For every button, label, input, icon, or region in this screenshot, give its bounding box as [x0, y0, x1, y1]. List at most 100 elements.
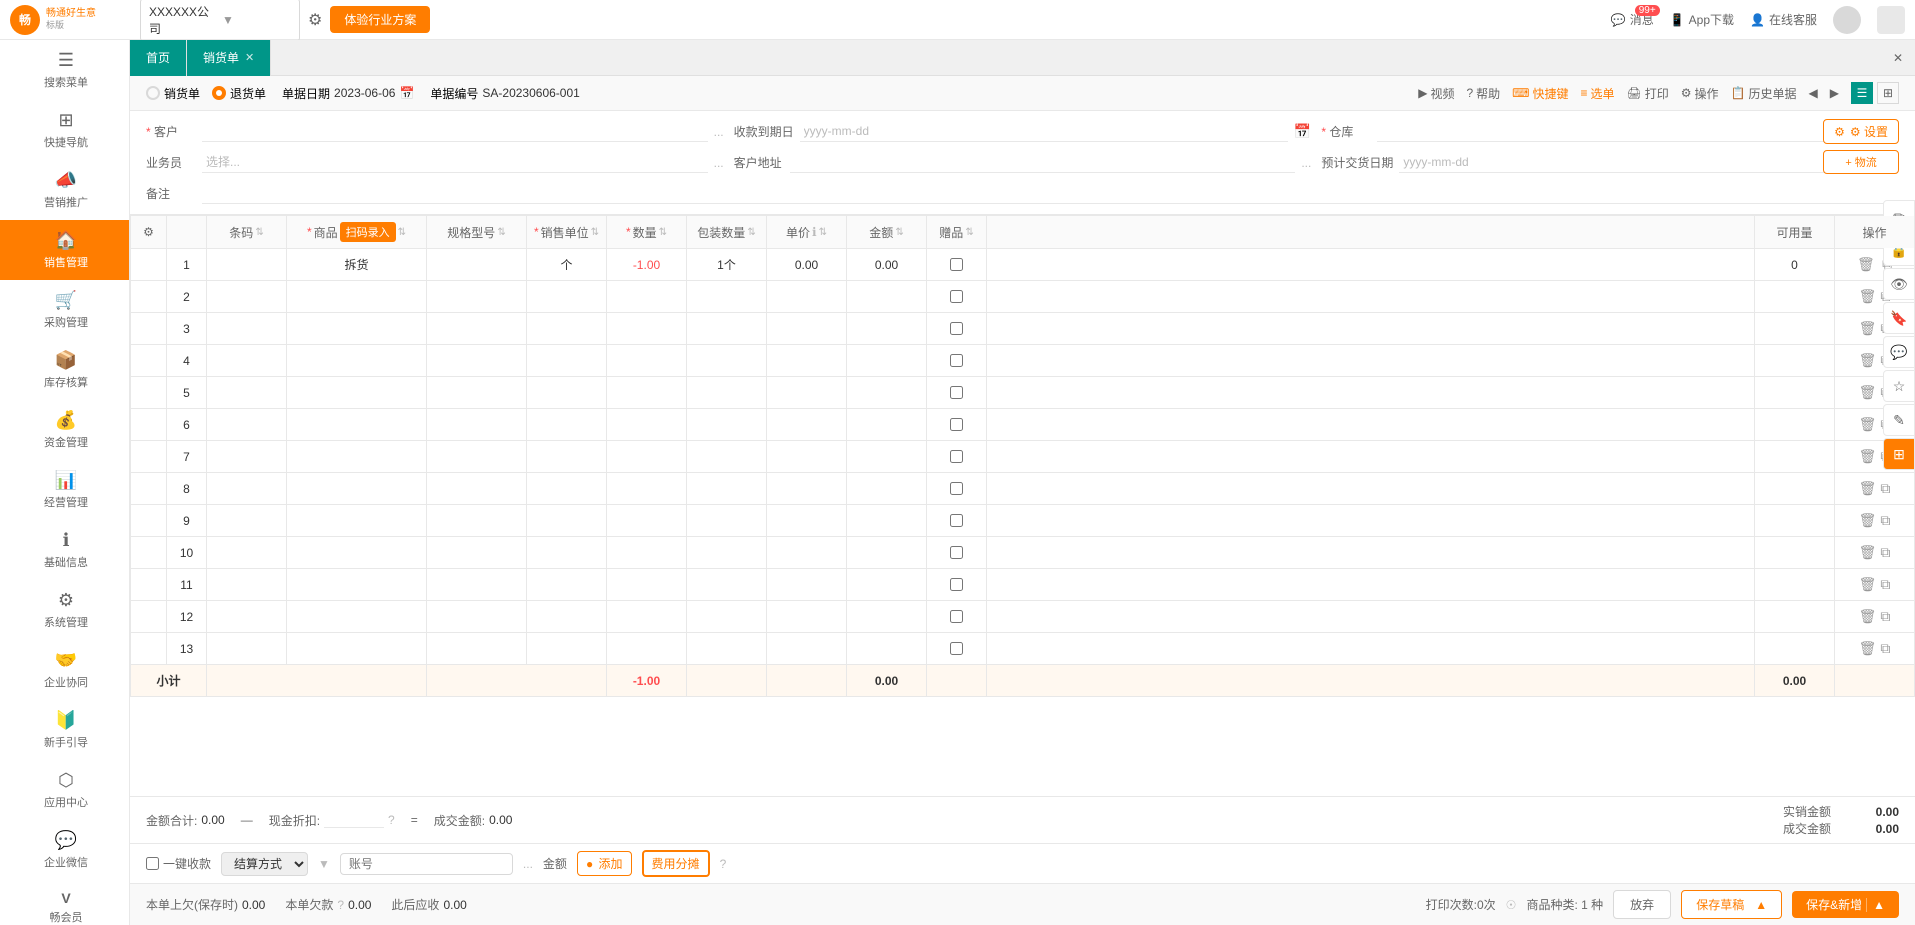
delete-icon[interactable]: 🗑	[1857, 256, 1875, 272]
row-product-cell[interactable]: 拆货	[287, 249, 427, 281]
customer-addr-input[interactable]	[790, 152, 1296, 173]
discount-input[interactable]	[324, 813, 384, 828]
sidebar-item-inventory[interactable]: 📦 库存核算	[0, 340, 129, 400]
sidebar-item-wechat[interactable]: 💬 企业微信	[0, 820, 129, 880]
settings-icon[interactable]: ⚙	[308, 10, 322, 30]
delete-icon[interactable]: 🗑	[1859, 608, 1877, 624]
barcode-sort-icon[interactable]: ⇅	[255, 227, 263, 238]
radio-sales[interactable]: 销货单	[146, 85, 200, 102]
user-menu-icon[interactable]	[1877, 6, 1905, 34]
row-gift-cell[interactable]	[927, 249, 987, 281]
payment-help-icon[interactable]: ?	[720, 857, 727, 871]
copy-icon[interactable]: ⧉	[1880, 576, 1890, 592]
row-pkg-cell[interactable]: 1个	[687, 249, 767, 281]
note-input[interactable]	[202, 183, 1899, 204]
help-button[interactable]: ? 帮助	[1466, 85, 1500, 102]
sidebar-item-system[interactable]: ⚙ 系统管理	[0, 580, 129, 640]
avatar[interactable]	[1833, 6, 1861, 34]
gift-checkbox[interactable]	[950, 610, 963, 623]
row-unit-cell[interactable]: 个	[527, 249, 607, 281]
select-order-button[interactable]: ≡ 选单	[1581, 85, 1615, 102]
one-click-payment[interactable]: 一键收款	[146, 855, 211, 872]
delete-icon[interactable]: 🗑	[1859, 448, 1877, 464]
delete-icon[interactable]: 🗑	[1859, 512, 1877, 528]
expected-date-input[interactable]	[1399, 152, 1875, 173]
sidebar-item-search[interactable]: ☰ 搜索菜单	[0, 40, 129, 100]
delete-icon[interactable]: 🗑	[1859, 288, 1877, 304]
float-pencil2-icon[interactable]: ✎	[1883, 404, 1915, 436]
float-star-icon[interactable]: ☆	[1883, 370, 1915, 402]
list-view-icon[interactable]: ☰	[1851, 82, 1873, 104]
nav-prev-icon[interactable]: ◀	[1809, 86, 1818, 100]
gift-checkbox[interactable]	[950, 514, 963, 527]
scan-btn[interactable]: 扫码录入	[340, 222, 396, 242]
delete-icon[interactable]: 🗑	[1859, 640, 1877, 656]
sidebar-item-finance[interactable]: 💰 资金管理	[0, 400, 129, 460]
save-new-button[interactable]: 保存&新增 ▲	[1792, 891, 1899, 918]
delete-icon[interactable]: 🗑	[1859, 384, 1877, 400]
calc-method-more-icon[interactable]: ▼	[318, 857, 330, 871]
product-type-icon[interactable]: ☉	[1506, 898, 1517, 912]
pkg-sort-icon[interactable]: ⇅	[747, 227, 755, 238]
qty-sort-icon[interactable]: ⇅	[659, 227, 667, 238]
expense-split-button[interactable]: 费用分摊	[642, 850, 710, 877]
operate-button[interactable]: ⚙ 操作	[1681, 85, 1719, 102]
row-spec-cell[interactable]	[427, 249, 527, 281]
gift-checkbox[interactable]	[950, 258, 963, 271]
form-settings-button[interactable]: ⚙ ⚙ 设置	[1823, 119, 1899, 144]
warehouse-input[interactable]: 建材仓	[1377, 121, 1883, 142]
addr-more-icon[interactable]: ...	[1301, 156, 1311, 170]
row-qty-cell[interactable]: -1.00	[607, 249, 687, 281]
tab-close-main[interactable]: ✕	[1893, 51, 1915, 65]
delete-icon[interactable]: 🗑	[1859, 480, 1877, 496]
delete-icon[interactable]: 🗑	[1859, 416, 1877, 432]
copy-icon[interactable]: ⧉	[1880, 640, 1890, 656]
float-bookmark-icon[interactable]: 🔖	[1883, 302, 1915, 334]
row-amount-cell[interactable]: 0.00	[847, 249, 927, 281]
price-info-icon[interactable]: ℹ	[812, 225, 817, 239]
float-comment-icon[interactable]: 💬	[1883, 336, 1915, 368]
gift-sort-icon[interactable]: ⇅	[965, 227, 973, 238]
customer-input[interactable]	[202, 121, 708, 142]
nav-next-icon[interactable]: ▶	[1830, 86, 1839, 100]
spec-sort-icon[interactable]: ⇅	[497, 227, 505, 238]
sidebar-item-sales[interactable]: 🏠 销售管理	[0, 220, 129, 280]
gift-checkbox[interactable]	[950, 290, 963, 303]
app-download-button[interactable]: 📱 App下载	[1670, 11, 1734, 28]
history-button[interactable]: 📋 历史单据	[1731, 85, 1797, 102]
gift-checkbox[interactable]	[950, 450, 963, 463]
logistics-button[interactable]: + 物流	[1823, 150, 1899, 174]
save-new-arrow-icon[interactable]: ▲	[1866, 898, 1885, 912]
salesperson-more-icon[interactable]: ...	[714, 156, 724, 170]
copy-icon[interactable]: ⧉	[1880, 512, 1890, 528]
save-draft-arrow-icon[interactable]: ▲	[1748, 898, 1767, 912]
float-orange-icon[interactable]: ⊞	[1883, 438, 1915, 470]
sidebar-item-marketing[interactable]: 📣 营销推广	[0, 160, 129, 220]
copy-icon[interactable]: ⧉	[1880, 608, 1890, 624]
sidebar-item-basic[interactable]: ℹ 基础信息	[0, 520, 129, 580]
gift-checkbox[interactable]	[950, 578, 963, 591]
gift-checkbox[interactable]	[950, 354, 963, 367]
abandon-button[interactable]: 放弃	[1613, 890, 1671, 919]
delete-icon[interactable]: 🗑	[1859, 544, 1877, 560]
tab-sales-order[interactable]: 销货单 ✕	[187, 40, 271, 76]
account-more-icon[interactable]: ...	[523, 857, 533, 871]
row-price-cell[interactable]: 0.00	[767, 249, 847, 281]
gift-checkbox[interactable]	[950, 642, 963, 655]
payment-date-input[interactable]	[800, 121, 1288, 142]
salesperson-input[interactable]	[202, 152, 708, 173]
print-button[interactable]: 🖨 打印	[1627, 85, 1669, 102]
discount-info-icon[interactable]: ?	[388, 813, 395, 827]
one-click-checkbox[interactable]	[146, 857, 159, 870]
copy-icon[interactable]: ⧉	[1880, 480, 1890, 496]
product-sort-icon[interactable]: ⇅	[398, 227, 406, 238]
sidebar-item-guide[interactable]: 🔰 新手引导	[0, 700, 129, 760]
gift-checkbox[interactable]	[950, 386, 963, 399]
price-sort-icon[interactable]: ⇅	[819, 227, 827, 238]
message-button[interactable]: 💬 消息 99+	[1611, 11, 1654, 28]
float-eye-icon[interactable]: 👁	[1883, 268, 1915, 300]
sidebar-item-apps[interactable]: ⬡ 应用中心	[0, 760, 129, 820]
grid-view-icon[interactable]: ⊞	[1877, 82, 1899, 104]
radio-return[interactable]: 退货单	[212, 85, 266, 102]
save-draft-button[interactable]: 保存草稿 ▲	[1681, 890, 1782, 919]
